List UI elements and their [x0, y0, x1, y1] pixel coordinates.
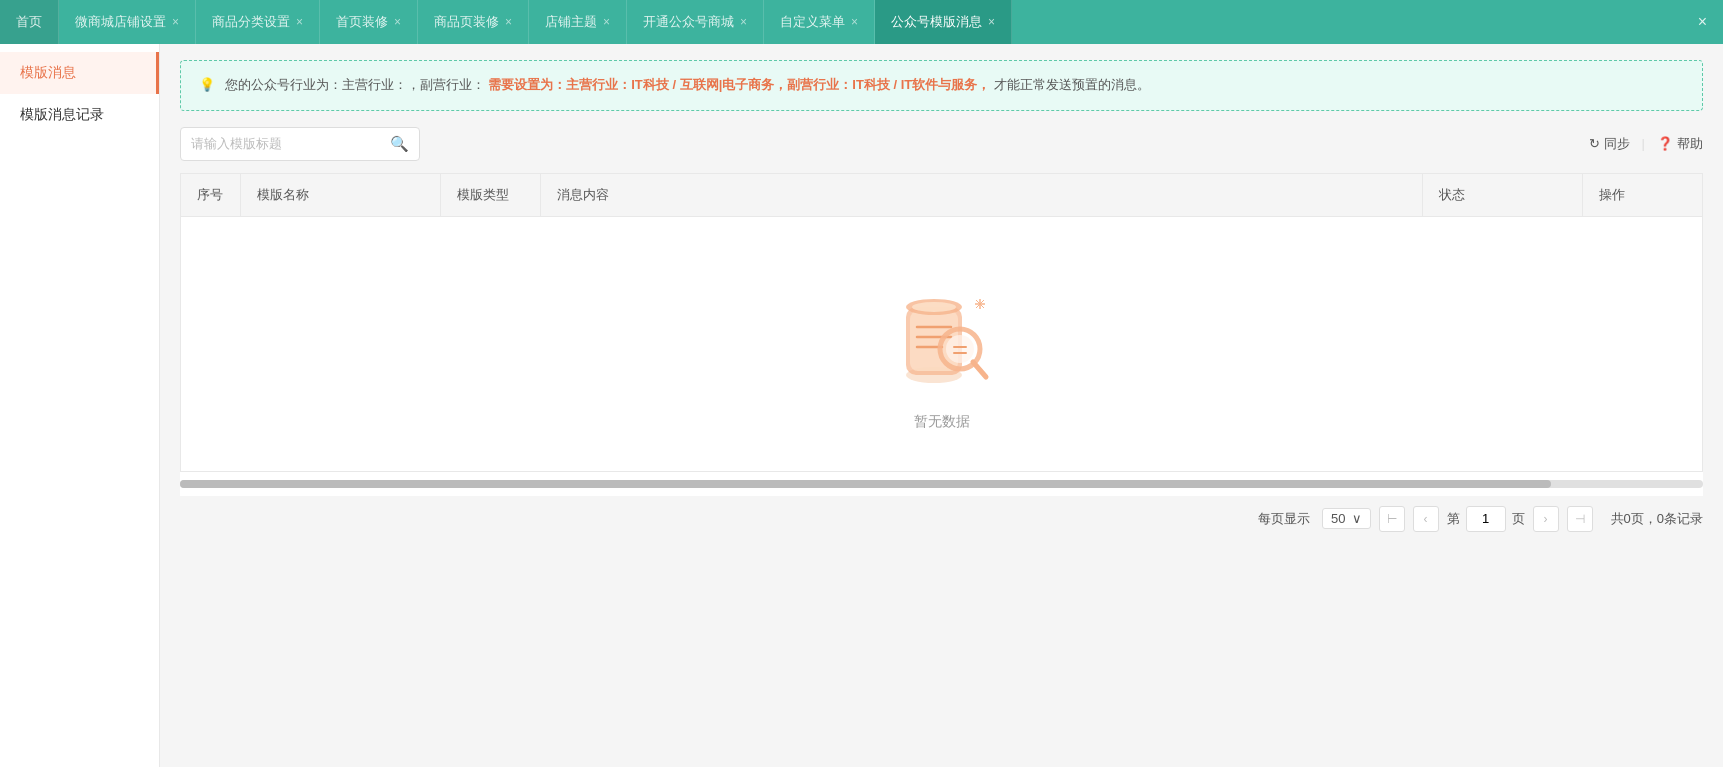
lightbulb-icon: 💡	[199, 77, 215, 92]
close-tab-mall[interactable]: ×	[740, 15, 747, 29]
next-page-button[interactable]: ›	[1533, 506, 1559, 532]
page-input-group: 第 页	[1447, 506, 1525, 532]
help-button[interactable]: ❓ 帮助	[1657, 135, 1703, 153]
divider: |	[1642, 136, 1645, 151]
close-tab-template-msg[interactable]: ×	[988, 15, 995, 29]
prev-page-button[interactable]: ‹	[1413, 506, 1439, 532]
close-tab-homepage[interactable]: ×	[394, 15, 401, 29]
close-tab-category[interactable]: ×	[296, 15, 303, 29]
col-header-status: 状态	[1423, 173, 1583, 216]
close-all-tabs-button[interactable]: ×	[1682, 0, 1723, 44]
page-size-value: 50	[1331, 511, 1345, 526]
nav-tab-category[interactable]: 商品分类设置 ×	[196, 0, 320, 44]
nav-tab-store-settings[interactable]: 微商城店铺设置 ×	[59, 0, 196, 44]
search-bar: 🔍 ↻ 同步 | ❓ 帮助	[180, 127, 1703, 161]
empty-illustration	[882, 277, 1002, 397]
col-header-name: 模版名称	[241, 173, 441, 216]
last-page-button[interactable]: ⊣	[1567, 506, 1593, 532]
sync-icon: ↻	[1589, 136, 1600, 151]
nav-tab-home[interactable]: 首页	[0, 0, 59, 44]
nav-tab-template-msg[interactable]: 公众号模版消息 ×	[875, 0, 1012, 44]
sidebar: 模版消息 模版消息记录	[0, 44, 160, 767]
nav-tab-homepage[interactable]: 首页装修 ×	[320, 0, 418, 44]
search-input[interactable]	[191, 136, 386, 151]
data-table: 序号 模版名称 模版类型 消息内容 状态	[180, 173, 1703, 472]
help-icon: ❓	[1657, 136, 1673, 151]
top-nav-bar: 首页 微商城店铺设置 × 商品分类设置 × 首页装修 × 商品页装修 × 店铺主…	[0, 0, 1723, 44]
content-area: 💡 您的公众号行业为：主营行业：，副营行业： 需要设置为：主营行业：IT科技 /…	[160, 44, 1723, 767]
first-page-button[interactable]: ⊢	[1379, 506, 1405, 532]
close-tab-product-page[interactable]: ×	[505, 15, 512, 29]
close-tab-custom-menu[interactable]: ×	[851, 15, 858, 29]
page-number-input[interactable]	[1466, 506, 1506, 532]
table-wrapper: 序号 模版名称 模版类型 消息内容 状态	[180, 173, 1703, 496]
table-header-row: 序号 模版名称 模版类型 消息内容 状态	[181, 173, 1703, 216]
search-input-wrap[interactable]: 🔍	[180, 127, 420, 161]
page-suffix-label: 页	[1512, 510, 1525, 528]
col-header-action: 操作	[1583, 173, 1703, 216]
nav-tab-mall[interactable]: 开通公众号商城 ×	[627, 0, 764, 44]
search-left: 🔍	[180, 127, 420, 161]
page-size-select[interactable]: 50 ∨	[1322, 508, 1370, 529]
col-header-index: 序号	[181, 173, 241, 216]
close-tab-store-settings[interactable]: ×	[172, 15, 179, 29]
empty-state-row: 暂无数据	[181, 216, 1703, 471]
search-right: ↻ 同步 | ❓ 帮助	[1589, 135, 1703, 153]
svg-line-10	[973, 362, 986, 377]
total-info: 共0页，0条记录	[1611, 510, 1703, 528]
empty-state: 暂无数据	[181, 217, 1702, 471]
svg-point-9	[946, 335, 974, 363]
page-prefix-label: 第	[1447, 510, 1460, 528]
svg-point-4	[912, 302, 956, 312]
pagination: 每页显示 50 ∨ ⊢ ‹ 第 页 › ⊣ 共0页，0条记录	[180, 496, 1703, 538]
empty-text: 暂无数据	[914, 413, 970, 431]
sidebar-item-template-msg[interactable]: 模版消息	[0, 52, 159, 94]
col-header-content: 消息内容	[541, 173, 1423, 216]
nav-tab-product-page[interactable]: 商品页装修 ×	[418, 0, 529, 44]
page-size-label: 每页显示	[1258, 510, 1310, 528]
nav-tab-custom-menu[interactable]: 自定义菜单 ×	[764, 0, 875, 44]
chevron-down-icon: ∨	[1352, 511, 1362, 526]
sidebar-item-template-msg-log[interactable]: 模版消息记录	[0, 94, 159, 136]
main-layout: 模版消息 模版消息记录 💡 您的公众号行业为：主营行业：，副营行业： 需要设置为…	[0, 44, 1723, 767]
sync-button[interactable]: ↻ 同步	[1589, 135, 1630, 153]
close-tab-theme[interactable]: ×	[603, 15, 610, 29]
search-icon[interactable]: 🔍	[390, 135, 409, 153]
col-header-type: 模版类型	[441, 173, 541, 216]
nav-tab-theme[interactable]: 店铺主题 ×	[529, 0, 627, 44]
scrollbar-thumb[interactable]	[180, 480, 1551, 488]
horizontal-scrollbar[interactable]	[180, 480, 1703, 488]
notice-banner: 💡 您的公众号行业为：主营行业：，副营行业： 需要设置为：主营行业：IT科技 /…	[180, 60, 1703, 111]
